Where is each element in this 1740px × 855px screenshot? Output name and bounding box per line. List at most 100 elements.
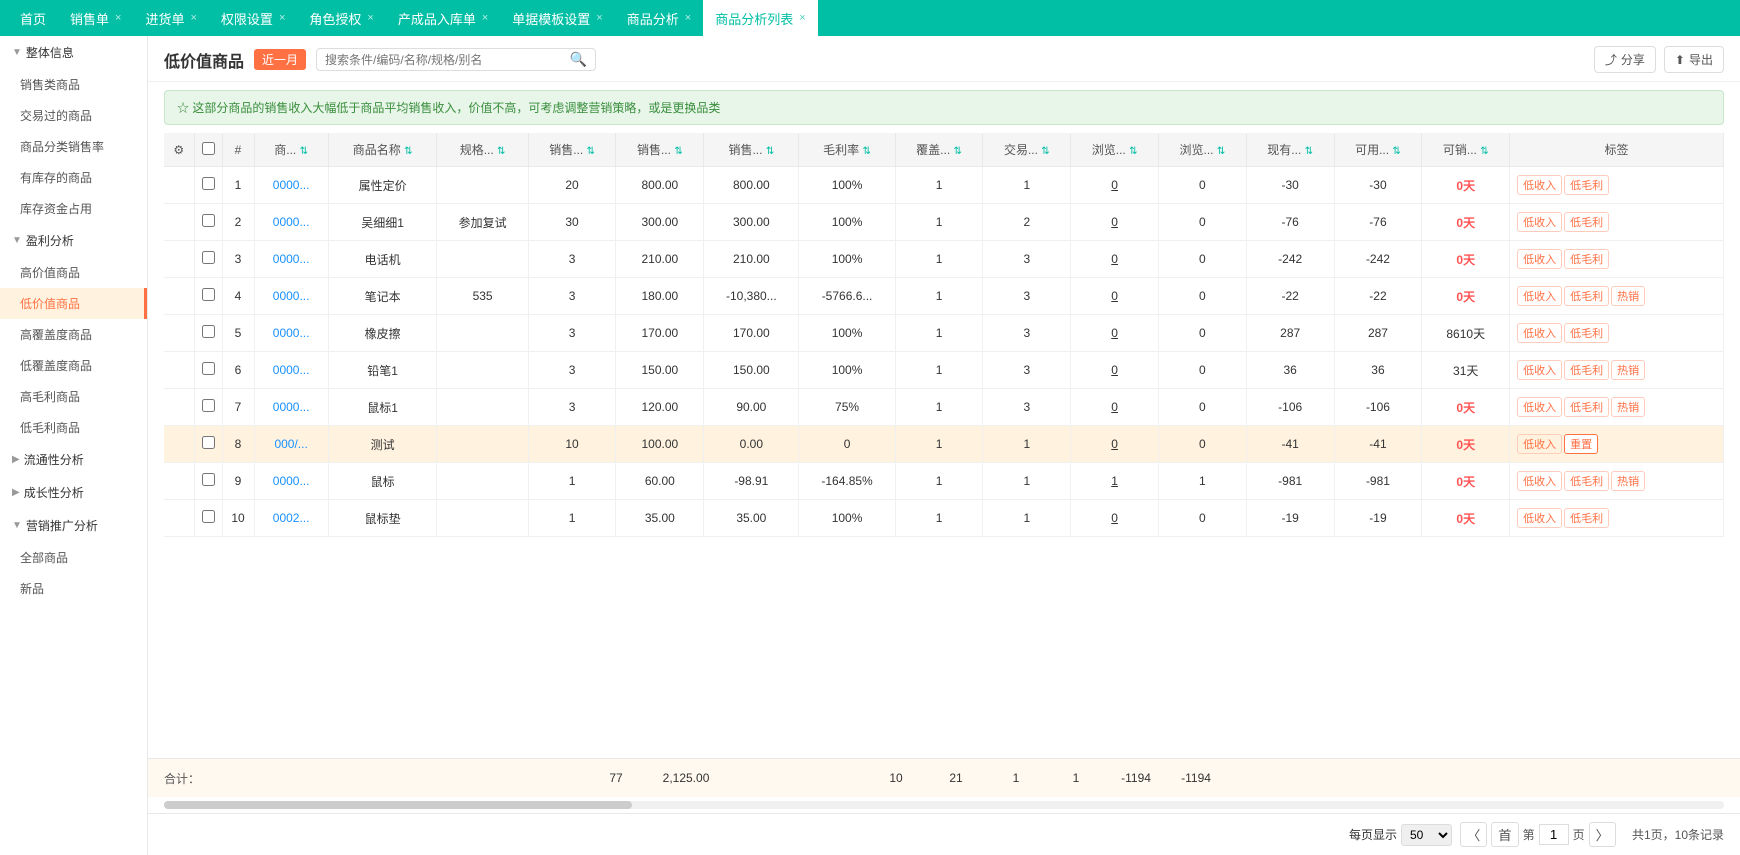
browse1-link[interactable]: 0: [1111, 178, 1118, 192]
close-icon[interactable]: ×: [367, 12, 373, 24]
browse1-link[interactable]: 0: [1111, 252, 1118, 266]
row-checkbox[interactable]: [194, 463, 222, 500]
row-browse1[interactable]: 0: [1071, 204, 1159, 241]
row-browse1[interactable]: 0: [1071, 167, 1159, 204]
row-browse1[interactable]: 0: [1071, 389, 1159, 426]
row-select-checkbox[interactable]: [202, 177, 215, 190]
col-spec[interactable]: 规格... ⇅: [437, 133, 528, 167]
prev-page-button[interactable]: 〈: [1460, 822, 1487, 847]
sidebar-item-category-rate[interactable]: 商品分类销售率: [0, 131, 147, 162]
row-select-checkbox[interactable]: [202, 214, 215, 227]
row-select-checkbox[interactable]: [202, 510, 215, 523]
row-select-checkbox[interactable]: [202, 325, 215, 338]
row-checkbox[interactable]: [194, 167, 222, 204]
nav-role[interactable]: 角色授权 ×: [297, 0, 385, 36]
row-select-checkbox[interactable]: [202, 288, 215, 301]
row-settings[interactable]: [164, 204, 194, 241]
row-checkbox[interactable]: [194, 204, 222, 241]
share-button[interactable]: ⤴ 分享: [1594, 46, 1656, 73]
close-icon[interactable]: ×: [799, 12, 805, 24]
row-browse1[interactable]: 0: [1071, 426, 1159, 463]
scrollbar-thumb[interactable]: [164, 801, 632, 809]
col-available[interactable]: 可用... ⇅: [1334, 133, 1422, 167]
row-select-checkbox[interactable]: [202, 473, 215, 486]
sidebar-item-all-products[interactable]: 全部商品: [0, 542, 147, 573]
row-settings[interactable]: [164, 352, 194, 389]
row-checkbox[interactable]: [194, 315, 222, 352]
sidebar-group-overall[interactable]: ▼整体信息: [0, 36, 147, 69]
nav-home[interactable]: 首页: [8, 0, 58, 36]
row-checkbox[interactable]: [194, 278, 222, 315]
row-select-checkbox[interactable]: [202, 251, 215, 264]
row-browse1[interactable]: 0: [1071, 315, 1159, 352]
search-input[interactable]: [325, 53, 570, 67]
first-page-button[interactable]: 首: [1491, 822, 1518, 847]
close-icon[interactable]: ×: [190, 12, 196, 24]
browse1-link[interactable]: 0: [1111, 326, 1118, 340]
sidebar-group-marketing[interactable]: ▼营销推广分析: [0, 509, 147, 542]
sidebar-item-low-profit[interactable]: 低毛利商品: [0, 412, 147, 443]
sidebar-item-stock-capital[interactable]: 库存资金占用: [0, 193, 147, 224]
row-checkbox[interactable]: [194, 426, 222, 463]
row-settings[interactable]: [164, 389, 194, 426]
nav-permission[interactable]: 权限设置 ×: [209, 0, 297, 36]
nav-sales[interactable]: 销售单 ×: [58, 0, 133, 36]
row-checkbox[interactable]: [194, 352, 222, 389]
browse1-link[interactable]: 0: [1111, 400, 1118, 414]
sidebar-item-high-value[interactable]: 高价值商品: [0, 257, 147, 288]
close-icon[interactable]: ×: [482, 12, 488, 24]
col-browse1[interactable]: 浏览... ⇅: [1071, 133, 1159, 167]
col-sale3[interactable]: 销售... ⇅: [704, 133, 799, 167]
row-settings[interactable]: [164, 426, 194, 463]
col-browse2[interactable]: 浏览... ⇅: [1159, 133, 1247, 167]
col-current[interactable]: 现有... ⇅: [1246, 133, 1334, 167]
row-select-checkbox[interactable]: [202, 436, 215, 449]
close-icon[interactable]: ×: [685, 12, 691, 24]
sidebar-item-high-coverage[interactable]: 高覆盖度商品: [0, 319, 147, 350]
col-settings[interactable]: ⚙: [164, 133, 194, 167]
period-button[interactable]: 近一月: [254, 49, 306, 70]
row-checkbox[interactable]: [194, 389, 222, 426]
col-gross[interactable]: 毛利率 ⇅: [799, 133, 895, 167]
row-settings[interactable]: [164, 241, 194, 278]
next-page-button[interactable]: 〉: [1589, 822, 1616, 847]
sidebar-item-sales-products[interactable]: 销售类商品: [0, 69, 147, 100]
row-settings[interactable]: [164, 500, 194, 537]
export-button[interactable]: ⬆ 导出: [1664, 46, 1724, 73]
sidebar-item-traded-products[interactable]: 交易过的商品: [0, 100, 147, 131]
browse1-link[interactable]: 0: [1111, 437, 1118, 451]
sidebar-item-high-profit[interactable]: 高毛利商品: [0, 381, 147, 412]
row-select-checkbox[interactable]: [202, 362, 215, 375]
col-code[interactable]: 商... ⇅: [254, 133, 328, 167]
nav-template[interactable]: 单据模板设置 ×: [500, 0, 614, 36]
sidebar-group-profit[interactable]: ▼盈利分析: [0, 224, 147, 257]
row-browse1[interactable]: 0: [1071, 241, 1159, 278]
browse1-link[interactable]: 0: [1111, 289, 1118, 303]
col-sale2[interactable]: 销售... ⇅: [616, 133, 704, 167]
nav-product-analysis-list[interactable]: 商品分析列表 ×: [703, 0, 817, 36]
row-browse1[interactable]: 0: [1071, 500, 1159, 537]
nav-purchase[interactable]: 进货单 ×: [133, 0, 208, 36]
sidebar-group-growth[interactable]: ▶成长性分析: [0, 476, 147, 509]
page-size-select[interactable]: 50 20 100: [1401, 824, 1452, 846]
row-settings[interactable]: [164, 463, 194, 500]
page-number-input[interactable]: [1539, 824, 1569, 845]
row-settings[interactable]: [164, 167, 194, 204]
sidebar-group-circulation[interactable]: ▶流通性分析: [0, 443, 147, 476]
browse1-link[interactable]: 0: [1111, 215, 1118, 229]
col-cover[interactable]: 覆盖... ⇅: [895, 133, 983, 167]
search-icon[interactable]: 🔍: [570, 51, 587, 68]
horizontal-scrollbar[interactable]: [164, 801, 1724, 809]
row-browse1[interactable]: 0: [1071, 278, 1159, 315]
browse1-link[interactable]: 1: [1111, 474, 1118, 488]
row-browse1[interactable]: 1: [1071, 463, 1159, 500]
sidebar-item-low-coverage[interactable]: 低覆盖度商品: [0, 350, 147, 381]
col-name[interactable]: 商品名称 ⇅: [328, 133, 437, 167]
sidebar-item-stock-products[interactable]: 有库存的商品: [0, 162, 147, 193]
nav-product-analysis[interactable]: 商品分析 ×: [615, 0, 703, 36]
col-sellable[interactable]: 可销... ⇅: [1422, 133, 1510, 167]
select-all-checkbox[interactable]: [202, 142, 215, 155]
close-icon[interactable]: ×: [596, 12, 602, 24]
sidebar-item-low-value[interactable]: 低价值商品: [0, 288, 147, 319]
col-sale1[interactable]: 销售... ⇅: [528, 133, 616, 167]
